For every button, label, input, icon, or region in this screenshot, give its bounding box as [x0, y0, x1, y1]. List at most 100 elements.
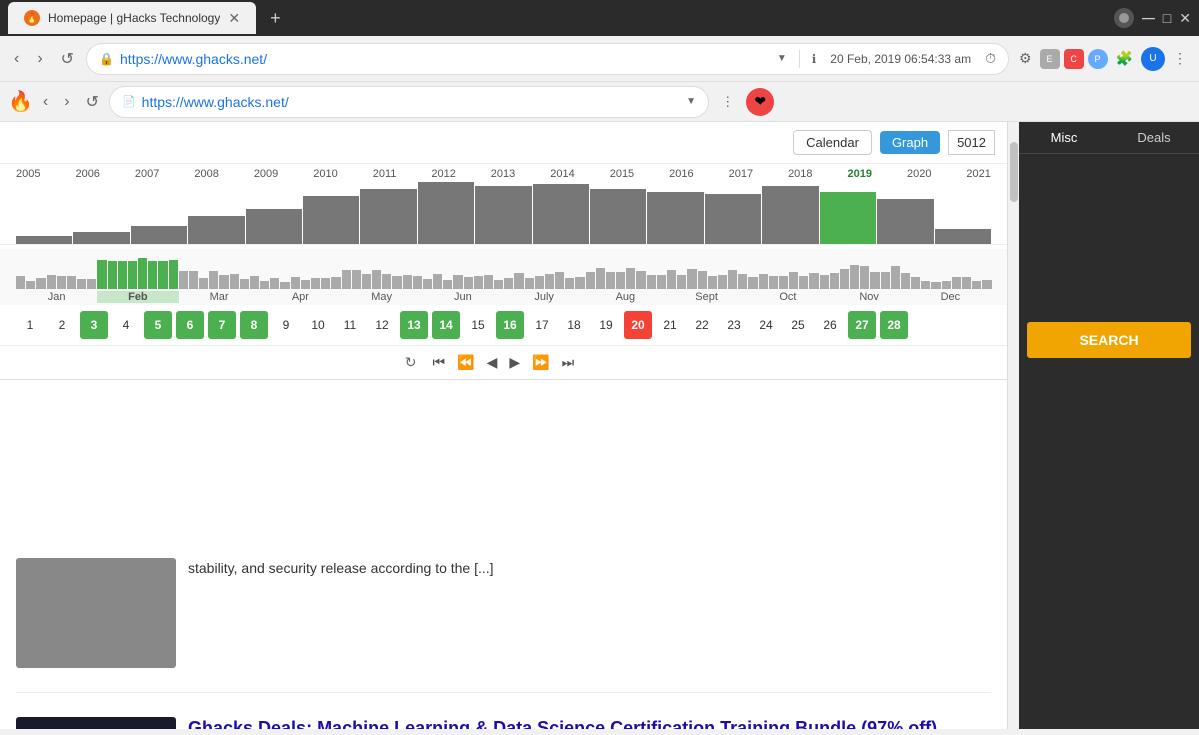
back-button[interactable]: ‹	[8, 46, 25, 72]
extension-2[interactable]: C	[1064, 49, 1084, 69]
month-nov[interactable]: Nov	[829, 291, 910, 303]
month-oct[interactable]: Oct	[747, 291, 828, 303]
extension-1[interactable]: E	[1040, 49, 1060, 69]
tab-deals[interactable]: Deals	[1109, 122, 1199, 153]
nav-last-button[interactable]: ⏭	[558, 352, 579, 373]
day-btn-10[interactable]: 10	[304, 311, 332, 339]
year-2017[interactable]: 2017	[729, 168, 753, 180]
year-bar-2016[interactable]	[647, 192, 703, 244]
search-button[interactable]: SEARCH	[1027, 322, 1191, 358]
day-btn-5[interactable]: 5	[144, 311, 172, 339]
year-2005[interactable]: 2005	[16, 168, 40, 180]
new-tab-button[interactable]: +	[262, 8, 289, 29]
day-btn-7[interactable]: 7	[208, 311, 236, 339]
year-2007[interactable]: 2007	[135, 168, 159, 180]
info-icon[interactable]: ℹ	[812, 52, 817, 66]
refresh-icon[interactable]: ↻	[405, 354, 417, 371]
day-btn-15[interactable]: 15	[464, 311, 492, 339]
nav-first-button[interactable]: ⏮	[429, 352, 450, 373]
year-bar-2017[interactable]	[705, 194, 761, 244]
year-bar-2007[interactable]	[131, 226, 187, 244]
window-minimize-btn[interactable]: ─	[1142, 8, 1155, 29]
year-bar-2009[interactable]	[246, 209, 302, 244]
window-maximize-btn[interactable]: □	[1163, 10, 1171, 26]
toolbar-dropdown-icon[interactable]: ▼	[686, 96, 696, 107]
year-bar-2011[interactable]	[360, 189, 416, 244]
year-2006[interactable]: 2006	[75, 168, 99, 180]
year-2013[interactable]: 2013	[491, 168, 515, 180]
month-sept[interactable]: Sept	[666, 291, 747, 303]
address-bar[interactable]: 🔒 https://www.ghacks.net/ ▼ ℹ 20 Feb, 20…	[86, 43, 1009, 75]
day-btn-14[interactable]: 14	[432, 311, 460, 339]
nav-prev-year-button[interactable]: ⏪	[453, 352, 478, 373]
heart-button[interactable]: ❤	[746, 88, 774, 116]
address-dropdown-icon[interactable]: ▼	[777, 53, 787, 64]
year-bar-2015[interactable]	[590, 189, 646, 244]
year-2021[interactable]: 2021	[966, 168, 990, 180]
day-btn-18[interactable]: 18	[560, 311, 588, 339]
history-icon[interactable]: ⏱	[985, 50, 996, 67]
year-bar-2013[interactable]	[475, 186, 531, 244]
month-may[interactable]: May	[341, 291, 422, 303]
toolbar-more-button[interactable]: ⋮	[713, 90, 742, 114]
nav-next-year-button[interactable]: ⏩	[528, 352, 553, 373]
month-apr[interactable]: Apr	[260, 291, 341, 303]
year-2015[interactable]: 2015	[610, 168, 634, 180]
year-2019[interactable]: 2019	[848, 168, 872, 180]
graph-button[interactable]: Graph	[880, 131, 940, 154]
month-mar[interactable]: Mar	[179, 291, 260, 303]
year-2020[interactable]: 2020	[907, 168, 931, 180]
toolbar-forward-button[interactable]: ›	[58, 89, 75, 115]
extension-3[interactable]: P	[1088, 49, 1108, 69]
day-btn-24[interactable]: 24	[752, 311, 780, 339]
year-bar-2020[interactable]	[877, 199, 933, 244]
extensions-button[interactable]: 🧩	[1112, 46, 1137, 71]
toolbar-back-button[interactable]: ‹	[37, 89, 54, 115]
year-2008[interactable]: 2008	[194, 168, 218, 180]
settings-button[interactable]: ⚙	[1015, 46, 1036, 71]
tab-close-icon[interactable]: ✕	[228, 10, 240, 27]
day-btn-21[interactable]: 21	[656, 311, 684, 339]
day-btn-27[interactable]: 27	[848, 311, 876, 339]
year-bar-2006[interactable]	[73, 232, 129, 244]
day-btn-13[interactable]: 13	[400, 311, 428, 339]
year-bar-2014[interactable]	[533, 184, 589, 244]
day-btn-12[interactable]: 12	[368, 311, 396, 339]
year-bar-2012[interactable]	[418, 182, 474, 244]
year-bar-2005[interactable]	[16, 236, 72, 244]
toolbar-address-bar[interactable]: 📄 https://www.ghacks.net/ ▼	[109, 86, 709, 118]
day-btn-4[interactable]: 4	[112, 311, 140, 339]
year-bar-2019[interactable]	[820, 192, 876, 244]
nav-prev-button[interactable]: ◀	[483, 352, 502, 373]
month-aug[interactable]: Aug	[585, 291, 666, 303]
refresh-button[interactable]: ↺	[55, 45, 80, 73]
nav-next-button[interactable]: ▶	[505, 352, 524, 373]
year-2018[interactable]: 2018	[788, 168, 812, 180]
year-2016[interactable]: 2016	[669, 168, 693, 180]
year-bar-2010[interactable]	[303, 196, 359, 244]
day-btn-8[interactable]: 8	[240, 311, 268, 339]
day-btn-6[interactable]: 6	[176, 311, 204, 339]
user-avatar[interactable]: U	[1141, 47, 1165, 71]
menu-button[interactable]: ⋮	[1169, 46, 1191, 71]
calendar-button[interactable]: Calendar	[793, 130, 872, 155]
scrollbar-thumb[interactable]	[1010, 142, 1018, 202]
day-btn-11[interactable]: 11	[336, 311, 364, 339]
day-btn-23[interactable]: 23	[720, 311, 748, 339]
year-bar-2018[interactable]	[762, 186, 818, 244]
day-btn-28[interactable]: 28	[880, 311, 908, 339]
day-btn-26[interactable]: 26	[816, 311, 844, 339]
article-title-2[interactable]: Ghacks Deals: Machine Learning & Data Sc…	[188, 717, 991, 729]
month-dec[interactable]: Dec	[910, 291, 991, 303]
day-btn-2[interactable]: 2	[48, 311, 76, 339]
day-btn-19[interactable]: 19	[592, 311, 620, 339]
day-btn-3[interactable]: 3	[80, 311, 108, 339]
month-jan[interactable]: Jan	[16, 291, 97, 303]
year-2010[interactable]: 2010	[313, 168, 337, 180]
month-feb[interactable]: Feb	[97, 291, 178, 303]
year-2009[interactable]: 2009	[254, 168, 278, 180]
year-bar-2021[interactable]	[935, 229, 991, 244]
toolbar-refresh-button[interactable]: ↺	[80, 88, 105, 116]
day-btn-20[interactable]: 20	[624, 311, 652, 339]
forward-button[interactable]: ›	[31, 46, 48, 72]
